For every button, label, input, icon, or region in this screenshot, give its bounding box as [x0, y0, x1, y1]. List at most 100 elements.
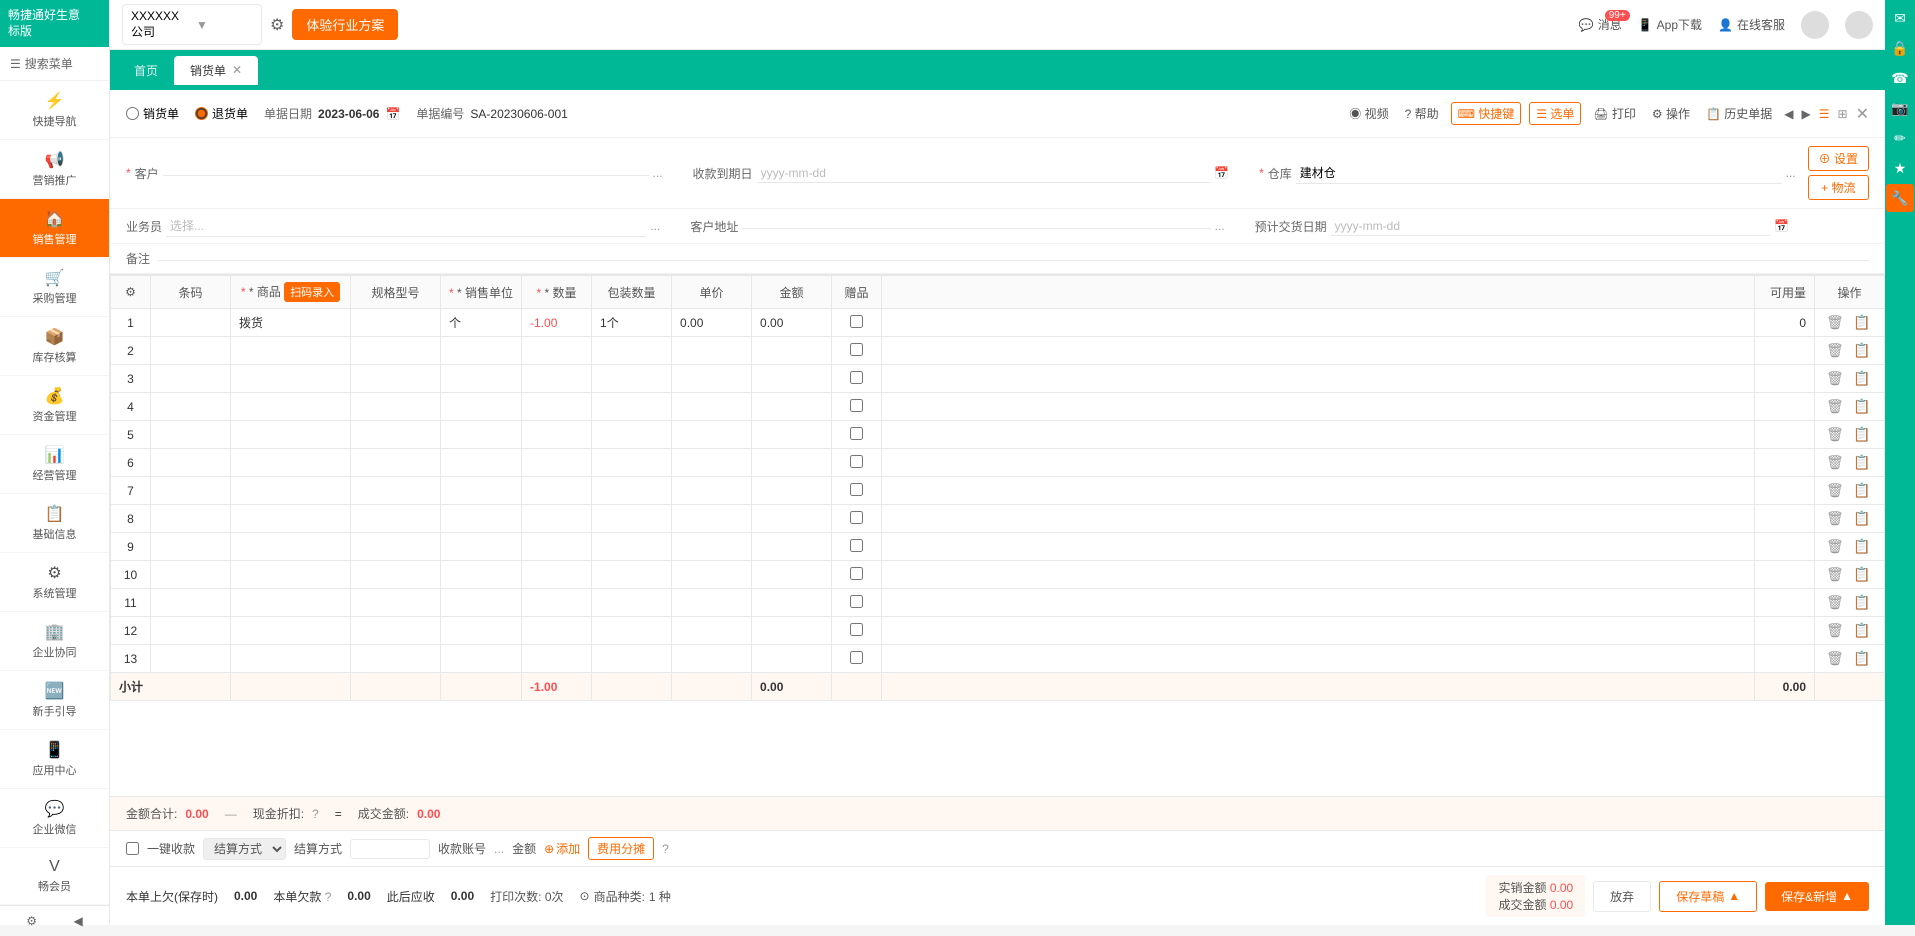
row-gift[interactable]	[832, 589, 882, 617]
list-view-icon[interactable]: ☰	[1819, 107, 1830, 121]
row-price[interactable]	[672, 337, 752, 365]
row-barcode[interactable]	[151, 365, 231, 393]
draft-dropdown-icon[interactable]: ▲	[1728, 889, 1740, 903]
delete-row-icon[interactable]: 🗑	[1826, 594, 1844, 610]
row-pkgqty[interactable]	[592, 561, 672, 589]
row-price[interactable]: 0.00	[672, 309, 752, 337]
tab-close-icon[interactable]: ✕	[232, 63, 242, 77]
due-date-input[interactable]: yyyy-mm-dd	[757, 164, 1211, 183]
payment-help-icon[interactable]: ?	[662, 842, 669, 856]
shortcut-btn[interactable]: ⌨ 快捷键	[1451, 102, 1522, 125]
copy-row-icon[interactable]: 📋	[1853, 454, 1870, 470]
right-panel-star-icon[interactable]: ★	[1886, 154, 1914, 182]
row-qty[interactable]	[522, 337, 592, 365]
remarks-input[interactable]	[158, 256, 1869, 261]
operate-btn[interactable]: ⚙ 操作	[1648, 103, 1694, 124]
right-panel-camera-icon[interactable]: 📷	[1886, 94, 1914, 122]
sidebar-item-enterprise[interactable]: 🏢 企业协同	[0, 612, 109, 671]
copy-row-icon[interactable]: 📋	[1853, 370, 1870, 386]
sidebar-item-finance[interactable]: 💰 资金管理	[0, 376, 109, 435]
customer-addr-dots[interactable]: ...	[1215, 219, 1225, 233]
row-gift[interactable]	[832, 617, 882, 645]
right-panel-message-icon[interactable]: ✉	[1886, 4, 1914, 32]
avatar-2[interactable]	[1845, 11, 1873, 39]
row-spec[interactable]	[351, 589, 441, 617]
row-barcode[interactable]	[151, 505, 231, 533]
sidebar-item-sales[interactable]: 🏠 销售管理	[0, 199, 109, 258]
settle-method-select[interactable]: 结算方式	[203, 838, 286, 860]
delete-row-icon[interactable]: 🗑	[1826, 566, 1844, 582]
row-gift[interactable]	[832, 449, 882, 477]
row-amount[interactable]	[752, 337, 832, 365]
copy-row-icon[interactable]: 📋	[1853, 314, 1870, 330]
row-pkgqty[interactable]	[592, 477, 672, 505]
customer-input[interactable]	[163, 171, 649, 176]
row-amount[interactable]	[752, 645, 832, 673]
row-pkgqty[interactable]	[592, 393, 672, 421]
scan-button[interactable]: 扫码录入	[284, 282, 340, 302]
save-dropdown-icon[interactable]: ▲	[1841, 889, 1853, 903]
row-unit[interactable]	[441, 505, 522, 533]
row-barcode[interactable]	[151, 561, 231, 589]
row-spec[interactable]	[351, 505, 441, 533]
due-date-calendar-icon[interactable]: 📅	[1214, 166, 1229, 180]
sales-radio[interactable]: 销货单	[126, 105, 179, 122]
right-panel-edit-icon[interactable]: ✏	[1886, 124, 1914, 152]
row-qty[interactable]	[522, 533, 592, 561]
row-product[interactable]	[231, 337, 351, 365]
row-spec[interactable]	[351, 309, 441, 337]
sidebar-item-basic[interactable]: 📋 基础信息	[0, 494, 109, 553]
delete-row-icon[interactable]: 🗑	[1826, 650, 1844, 666]
row-amount[interactable]	[752, 365, 832, 393]
sidebar-item-purchase[interactable]: 🛒 采购管理	[0, 258, 109, 317]
return-radio-input[interactable]	[195, 107, 208, 120]
row-qty[interactable]	[522, 505, 592, 533]
row-unit[interactable]	[441, 589, 522, 617]
row-price[interactable]	[672, 477, 752, 505]
row-product[interactable]	[231, 477, 351, 505]
row-unit[interactable]	[441, 421, 522, 449]
logistics-button[interactable]: + 物流	[1808, 175, 1869, 200]
row-product[interactable]: 拨货	[231, 309, 351, 337]
row-pkgqty[interactable]	[592, 589, 672, 617]
delete-row-icon[interactable]: 🗑	[1826, 370, 1844, 386]
row-product[interactable]	[231, 533, 351, 561]
customer-addr-input[interactable]	[742, 224, 1210, 229]
row-price[interactable]	[672, 645, 752, 673]
delete-row-icon[interactable]: 🗑	[1826, 510, 1844, 526]
history-btn[interactable]: 📋 历史单据	[1702, 103, 1776, 124]
salesperson-input[interactable]: 选择...	[166, 215, 646, 237]
sidebar-item-quicknav[interactable]: ⚡ 快捷导航	[0, 81, 109, 140]
row-gift[interactable]	[832, 337, 882, 365]
expected-date-input[interactable]: yyyy-mm-dd	[1331, 217, 1770, 236]
copy-row-icon[interactable]: 📋	[1853, 566, 1870, 582]
row-price[interactable]	[672, 561, 752, 589]
trial-button[interactable]: 体验行业方案	[292, 9, 398, 40]
customer-dots[interactable]: ...	[653, 166, 663, 180]
company-selector[interactable]: XXXXXX公司 ▼	[122, 4, 262, 45]
row-pkgqty[interactable]	[592, 617, 672, 645]
row-price[interactable]	[672, 617, 752, 645]
row-price[interactable]	[672, 421, 752, 449]
delete-row-icon[interactable]: 🗑	[1826, 398, 1844, 414]
row-pkgqty[interactable]: 1个	[592, 309, 672, 337]
row-barcode[interactable]	[151, 617, 231, 645]
row-qty[interactable]	[522, 449, 592, 477]
row-product[interactable]	[231, 505, 351, 533]
row-gift[interactable]	[832, 393, 882, 421]
row-amount[interactable]	[752, 393, 832, 421]
row-spec[interactable]	[351, 421, 441, 449]
row-product[interactable]	[231, 645, 351, 673]
prev-icon[interactable]: ◀	[1784, 107, 1793, 121]
row-spec[interactable]	[351, 477, 441, 505]
copy-row-icon[interactable]: 📋	[1853, 510, 1870, 526]
row-spec[interactable]	[351, 365, 441, 393]
row-unit[interactable]	[441, 337, 522, 365]
tab-sales-order[interactable]: 销货单 ✕	[174, 56, 258, 85]
row-pkgqty[interactable]	[592, 421, 672, 449]
row-unit[interactable]: 个	[441, 309, 522, 337]
row-qty[interactable]	[522, 561, 592, 589]
row-gift[interactable]	[832, 505, 882, 533]
add-payment-button[interactable]: ⊕ 添加	[544, 840, 580, 857]
row-product[interactable]	[231, 589, 351, 617]
